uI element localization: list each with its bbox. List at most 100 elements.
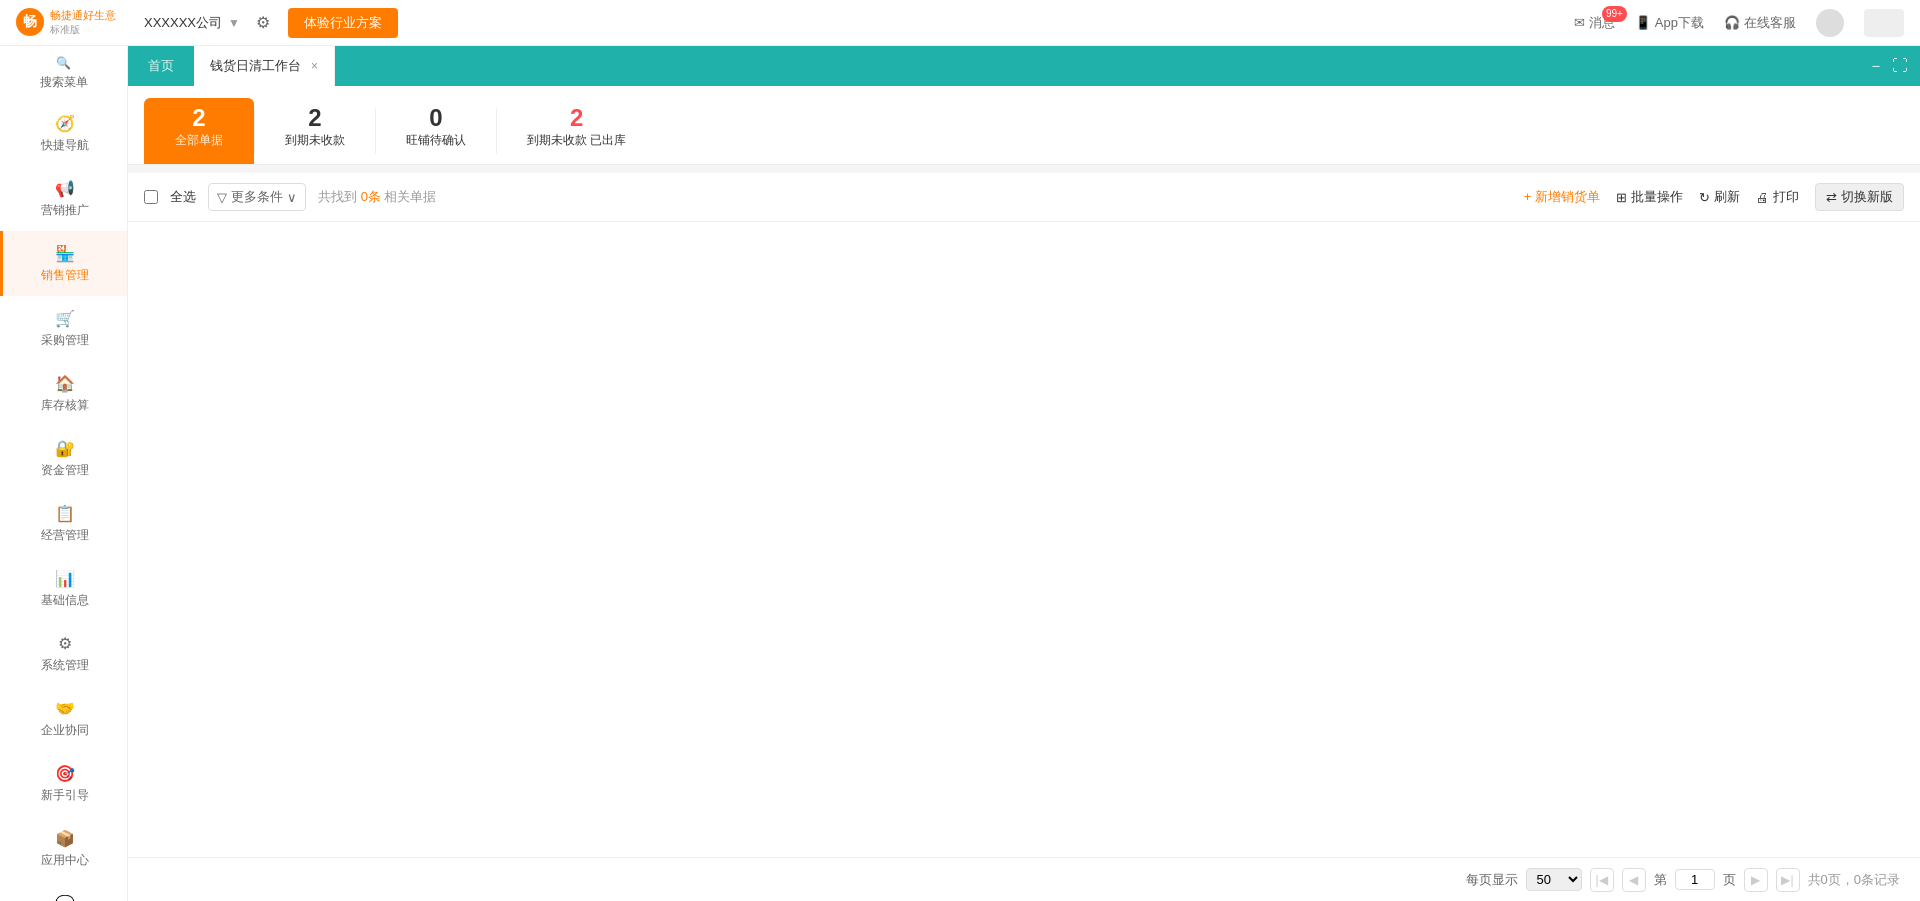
found-count: 0条 xyxy=(361,189,385,204)
sidebar-item-inventory[interactable]: 🏠 库存核算 xyxy=(0,361,127,426)
sidebar-item-label: 营销推广 xyxy=(41,202,89,219)
stat-label-wangpu: 旺铺待确认 xyxy=(406,132,466,149)
tab-minimize-button[interactable]: － xyxy=(1868,56,1884,77)
quick-nav-icon: 🧭 xyxy=(55,113,75,133)
header-company: XXXXXX公司 ▼ ⚙ 体验行业方案 xyxy=(144,8,1574,38)
sidebar: 🔍 搜索菜单 🧭 快捷导航 📢 营销推广 🏪 销售管理 🛒 采购管理 🏠 库存核… xyxy=(0,46,128,901)
work-area: 2 全部单据 2 到期未收款 0 旺铺待确认 2 到期未收款 已出库 xyxy=(128,86,1920,901)
print-button[interactable]: 🖨 打印 xyxy=(1756,188,1799,206)
trial-button[interactable]: 体验行业方案 xyxy=(288,8,398,38)
batch-icon: ⊞ xyxy=(1616,190,1627,205)
logo-text: 畅捷通好生意 xyxy=(50,8,116,22)
sidebar-item-basic-info[interactable]: 📊 基础信息 xyxy=(0,556,127,621)
logo-sub: 标准版 xyxy=(50,23,116,37)
prev-page-button[interactable]: ◀ xyxy=(1622,868,1646,892)
message-button[interactable]: ✉ 消息 99+ xyxy=(1574,14,1615,32)
new-sales-button[interactable]: + 新增销货单 xyxy=(1524,188,1600,206)
app-download-label: App下载 xyxy=(1655,14,1704,32)
switch-version-button[interactable]: ⇄ 切换新版 xyxy=(1815,183,1904,211)
basic-info-icon: 📊 xyxy=(55,568,75,588)
capital-icon: 🔐 xyxy=(55,438,75,458)
sidebar-item-label: 应用中心 xyxy=(41,852,89,869)
toolbar: 全选 ▽ 更多条件 ∨ 共找到 0条 相关单据 + 新增销货单 ⊞ 批量操作 xyxy=(128,173,1920,222)
batch-operation-button[interactable]: ⊞ 批量操作 xyxy=(1616,188,1683,206)
sidebar-item-label: 销售管理 xyxy=(41,267,89,284)
sidebar-search[interactable]: 🔍 搜索菜单 xyxy=(0,46,127,101)
filter-button[interactable]: ▽ 更多条件 ∨ xyxy=(208,183,306,211)
stat-number-all: 2 xyxy=(192,106,205,130)
sidebar-item-label: 系统管理 xyxy=(41,657,89,674)
stat-tab-all[interactable]: 2 全部单据 xyxy=(144,98,254,164)
tab-home-label: 首页 xyxy=(148,57,174,75)
filter-label: 更多条件 xyxy=(231,188,283,206)
tab-home[interactable]: 首页 xyxy=(128,46,194,86)
sidebar-item-purchase[interactable]: 🛒 采购管理 xyxy=(0,296,127,361)
corp-wechat-icon: 💬 xyxy=(55,893,75,901)
sidebar-item-label: 基础信息 xyxy=(41,592,89,609)
company-dropdown-arrow[interactable]: ▼ xyxy=(228,16,240,30)
sidebar-item-label: 库存核算 xyxy=(41,397,89,414)
filter-dropdown-icon: ∨ xyxy=(287,190,297,205)
sidebar-item-marketing[interactable]: 📢 营销推广 xyxy=(0,166,127,231)
stat-label-shipped: 到期未收款 已出库 xyxy=(527,132,626,149)
settings-icon[interactable]: ⚙ xyxy=(256,13,270,32)
online-service-label: 在线客服 xyxy=(1744,14,1796,32)
company-name: XXXXXX公司 xyxy=(144,14,222,32)
tab-close-icon[interactable]: × xyxy=(311,59,318,73)
system-icon: ⚙ xyxy=(55,633,75,653)
tab-spacer xyxy=(335,46,1856,86)
tab-maximize-button[interactable]: ⛶ xyxy=(1892,57,1908,75)
table-area xyxy=(128,222,1920,857)
stats-tabs: 2 全部单据 2 到期未收款 0 旺铺待确认 2 到期未收款 已出库 xyxy=(128,86,1920,165)
page-input[interactable] xyxy=(1675,869,1715,890)
sidebar-item-capital[interactable]: 🔐 资金管理 xyxy=(0,426,127,491)
app-center-icon: 📦 xyxy=(55,828,75,848)
purchase-icon: 🛒 xyxy=(55,308,75,328)
stat-number-wangpu: 0 xyxy=(429,106,442,130)
app-download-button[interactable]: 📱 App下载 xyxy=(1635,14,1704,32)
sidebar-item-label: 采购管理 xyxy=(41,332,89,349)
page-size-label: 每页显示 xyxy=(1466,871,1518,889)
tab-window-actions: － ⛶ xyxy=(1856,46,1920,86)
sidebar-item-label: 资金管理 xyxy=(41,462,89,479)
sidebar-item-system[interactable]: ⚙ 系统管理 xyxy=(0,621,127,686)
stat-tab-wangpu[interactable]: 0 旺铺待确认 xyxy=(376,98,496,164)
page-of: 页 xyxy=(1723,871,1736,889)
sidebar-item-quick-nav[interactable]: 🧭 快捷导航 xyxy=(0,101,127,166)
last-page-button[interactable]: ▶| xyxy=(1776,868,1800,892)
avatar[interactable] xyxy=(1816,9,1844,37)
guide-icon: 🎯 xyxy=(55,763,75,783)
online-service-button[interactable]: 🎧 在线客服 xyxy=(1724,14,1796,32)
switch-icon: ⇄ xyxy=(1826,190,1837,205)
sidebar-item-enterprise[interactable]: 🤝 企业协同 xyxy=(0,686,127,751)
next-page-button[interactable]: ▶ xyxy=(1744,868,1768,892)
sidebar-item-app-center[interactable]: 📦 应用中心 xyxy=(0,816,127,881)
first-page-button[interactable]: |◀ xyxy=(1590,868,1614,892)
sales-icon: 🏪 xyxy=(55,243,75,263)
header-right: ✉ 消息 99+ 📱 App下载 🎧 在线客服 xyxy=(1574,9,1904,37)
stat-tab-shipped[interactable]: 2 到期未收款 已出库 xyxy=(497,98,656,164)
sidebar-item-sales[interactable]: 🏪 销售管理 xyxy=(0,231,127,296)
operation-icon: 📋 xyxy=(55,503,75,523)
user-info[interactable] xyxy=(1864,9,1904,37)
sidebar-item-corp-wechat[interactable]: 💬 企业微信 xyxy=(0,881,127,901)
page-label: 第 xyxy=(1654,871,1667,889)
tab-work-bench[interactable]: 钱货日清工作台 × xyxy=(194,46,335,86)
sidebar-item-operation[interactable]: 📋 经营管理 xyxy=(0,491,127,556)
print-icon: 🖨 xyxy=(1756,190,1769,205)
found-prefix: 共找到 xyxy=(318,189,357,204)
select-all-checkbox[interactable] xyxy=(144,190,158,204)
sidebar-item-label: 快捷导航 xyxy=(41,137,89,154)
sidebar-item-label: 新手引导 xyxy=(41,787,89,804)
related-label: 相关单据 xyxy=(384,189,436,204)
refresh-button[interactable]: ↻ 刷新 xyxy=(1699,188,1740,206)
stat-tab-overdue[interactable]: 2 到期未收款 xyxy=(255,98,375,164)
refresh-icon: ↻ xyxy=(1699,190,1710,205)
logo-area: 畅 畅捷通好生意 标准版 xyxy=(16,8,144,36)
tab-bar: 首页 钱货日清工作台 × － ⛶ xyxy=(128,46,1920,86)
sidebar-item-label: 企业协同 xyxy=(41,722,89,739)
stat-label-overdue: 到期未收款 xyxy=(285,132,345,149)
page-size-select[interactable]: 10 20 50 100 xyxy=(1526,868,1582,891)
sidebar-item-guide[interactable]: 🎯 新手引导 xyxy=(0,751,127,816)
sidebar-item-label: 经营管理 xyxy=(41,527,89,544)
